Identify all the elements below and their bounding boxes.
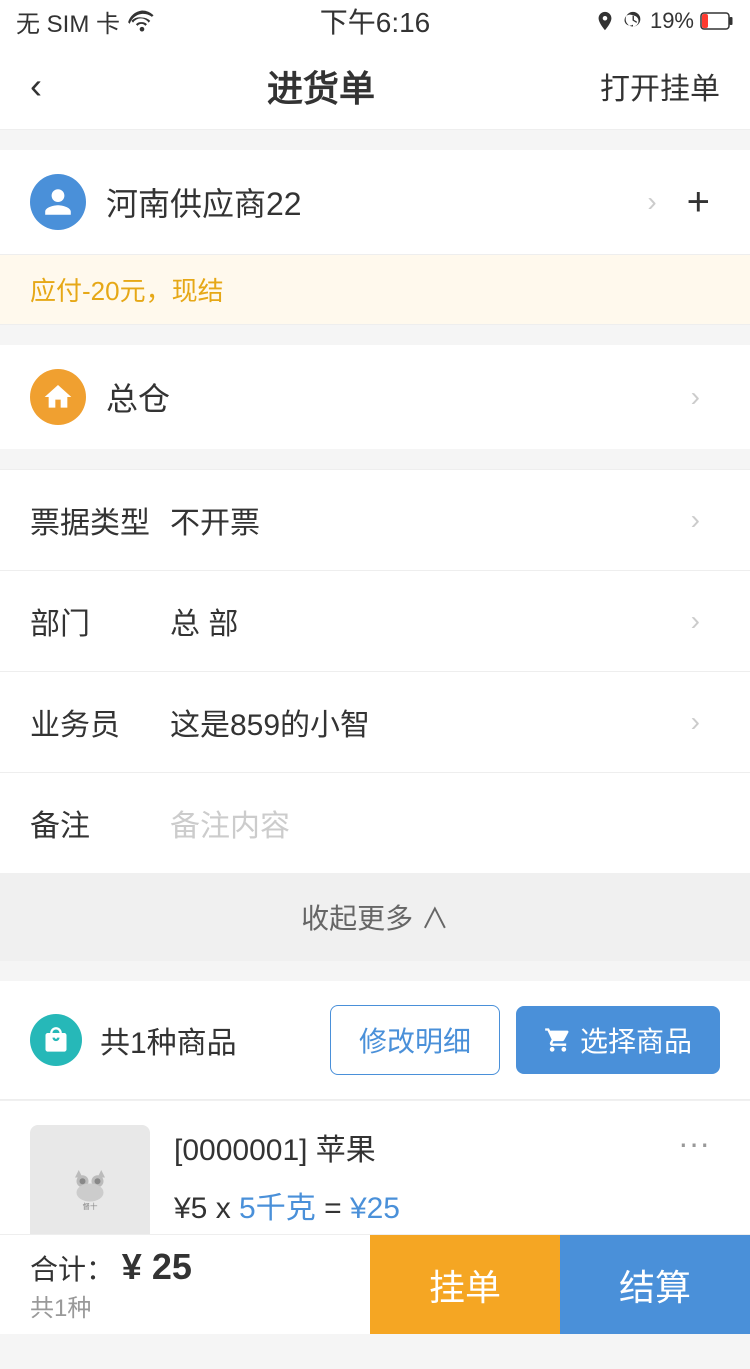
product-header: 共1种商品 修改明细 选择商品 — [0, 981, 750, 1100]
product-section: 共1种商品 修改明细 选择商品 督十 [000 — [0, 981, 750, 1269]
product-thumb-icon: 督十 — [60, 1155, 120, 1215]
checkout-button[interactable]: 结算 — [560, 1235, 750, 1334]
page-title: 进货单 — [267, 60, 375, 112]
hang-order-button[interactable]: 挂单 — [370, 1235, 560, 1334]
section-gap-1 — [0, 130, 750, 150]
product-name: [0000001] 苹果 — [174, 1125, 668, 1169]
notice-bar: 应付-20元，现结 — [0, 255, 750, 325]
ticket-type-label: 票据类型 — [30, 498, 170, 542]
product-count-icon — [30, 1014, 82, 1066]
home-icon — [42, 381, 74, 413]
department-value: 总 部 — [170, 599, 691, 643]
supplier-name: 河南供应商22 — [106, 179, 647, 225]
equals: = — [324, 1192, 350, 1225]
status-bar: 无 SIM 卡 下午6:16 19% — [0, 0, 750, 42]
product-price: ¥5 x 5千克 = ¥25 — [174, 1183, 668, 1227]
note-label: 备注 — [30, 801, 170, 845]
salesperson-row[interactable]: 业务员 这是859的小智 › — [0, 671, 750, 772]
select-product-label: 选择商品 — [580, 1020, 692, 1060]
status-carrier: 无 SIM 卡 — [16, 4, 156, 39]
person-icon — [42, 186, 74, 218]
supplier-row[interactable]: 河南供应商22 › + — [0, 150, 750, 255]
warehouse-chevron: › — [691, 381, 700, 413]
open-pending-button[interactable]: 打开挂单 — [600, 64, 720, 108]
alarm-icon — [622, 10, 644, 32]
salesperson-label: 业务员 — [30, 700, 170, 744]
ticket-type-value: 不开票 — [170, 498, 691, 542]
total-amount: ¥ 25 — [122, 1246, 192, 1287]
add-supplier-button[interactable]: + — [677, 180, 720, 225]
cart-icon — [544, 1026, 572, 1054]
battery-icon — [700, 12, 734, 30]
status-time: 下午6:16 — [320, 1, 431, 41]
note-row[interactable]: 备注 备注内容 — [0, 772, 750, 873]
supplier-chevron: › — [647, 186, 656, 218]
total-label: 合计： — [30, 1254, 114, 1285]
status-right: 19% — [594, 8, 734, 34]
form-section: 票据类型 不开票 › 部门 总 部 › 业务员 这是859的小智 › 备注 备注… — [0, 469, 750, 873]
select-product-button[interactable]: 选择商品 — [516, 1006, 720, 1074]
department-chevron: › — [691, 605, 700, 637]
section-gap-4 — [0, 961, 750, 981]
warehouse-row[interactable]: 总仓 › — [0, 345, 750, 449]
total-price: ¥25 — [350, 1192, 400, 1225]
nav-bar: ‹ 进货单 打开挂单 — [0, 42, 750, 130]
location-icon — [594, 10, 616, 32]
product-thumbnail: 督十 — [30, 1125, 150, 1245]
ticket-type-row[interactable]: 票据类型 不开票 › — [0, 469, 750, 570]
section-gap-2 — [0, 325, 750, 345]
warehouse-name: 总仓 — [106, 374, 691, 420]
battery-text: 19% — [650, 8, 694, 34]
shopping-bag-icon — [42, 1026, 70, 1054]
svg-text:督十: 督十 — [83, 1201, 98, 1211]
salesperson-value: 这是859的小智 — [170, 700, 691, 744]
warehouse-section: 总仓 › — [0, 345, 750, 449]
section-gap-3 — [0, 449, 750, 469]
total-count: 共1种 — [30, 1288, 340, 1323]
collapse-button[interactable]: 收起更多 ∧ — [0, 873, 750, 961]
total-section: 合计： ¥ 25 共1种 — [0, 1235, 370, 1334]
product-code: [0000001] — [174, 1134, 316, 1167]
quantity: 5千克 — [239, 1192, 316, 1225]
department-row[interactable]: 部门 总 部 › — [0, 570, 750, 671]
unit-price: ¥5 x — [174, 1192, 239, 1225]
department-label: 部门 — [30, 599, 170, 643]
salesperson-chevron: › — [691, 706, 700, 738]
supplier-avatar — [30, 174, 86, 230]
supplier-section: 河南供应商22 › + 应付-20元，现结 — [0, 150, 750, 325]
back-button[interactable]: ‹ — [30, 65, 42, 107]
bottom-bar: 合计： ¥ 25 共1种 挂单 结算 — [0, 1234, 750, 1334]
product-menu-button[interactable]: ··· — [668, 1125, 720, 1162]
product-info: [0000001] 苹果 ¥5 x 5千克 = ¥25 — [174, 1125, 668, 1227]
product-title: 苹果 — [316, 1134, 376, 1167]
warehouse-icon — [30, 369, 86, 425]
wifi-icon — [128, 10, 156, 32]
note-placeholder: 备注内容 — [170, 801, 720, 845]
ticket-type-chevron: › — [691, 504, 700, 536]
edit-detail-button[interactable]: 修改明细 — [330, 1005, 500, 1075]
carrier-text: 无 SIM 卡 — [16, 4, 120, 39]
product-count-text: 共1种商品 — [100, 1018, 330, 1062]
total-line: 合计： ¥ 25 — [30, 1246, 340, 1288]
